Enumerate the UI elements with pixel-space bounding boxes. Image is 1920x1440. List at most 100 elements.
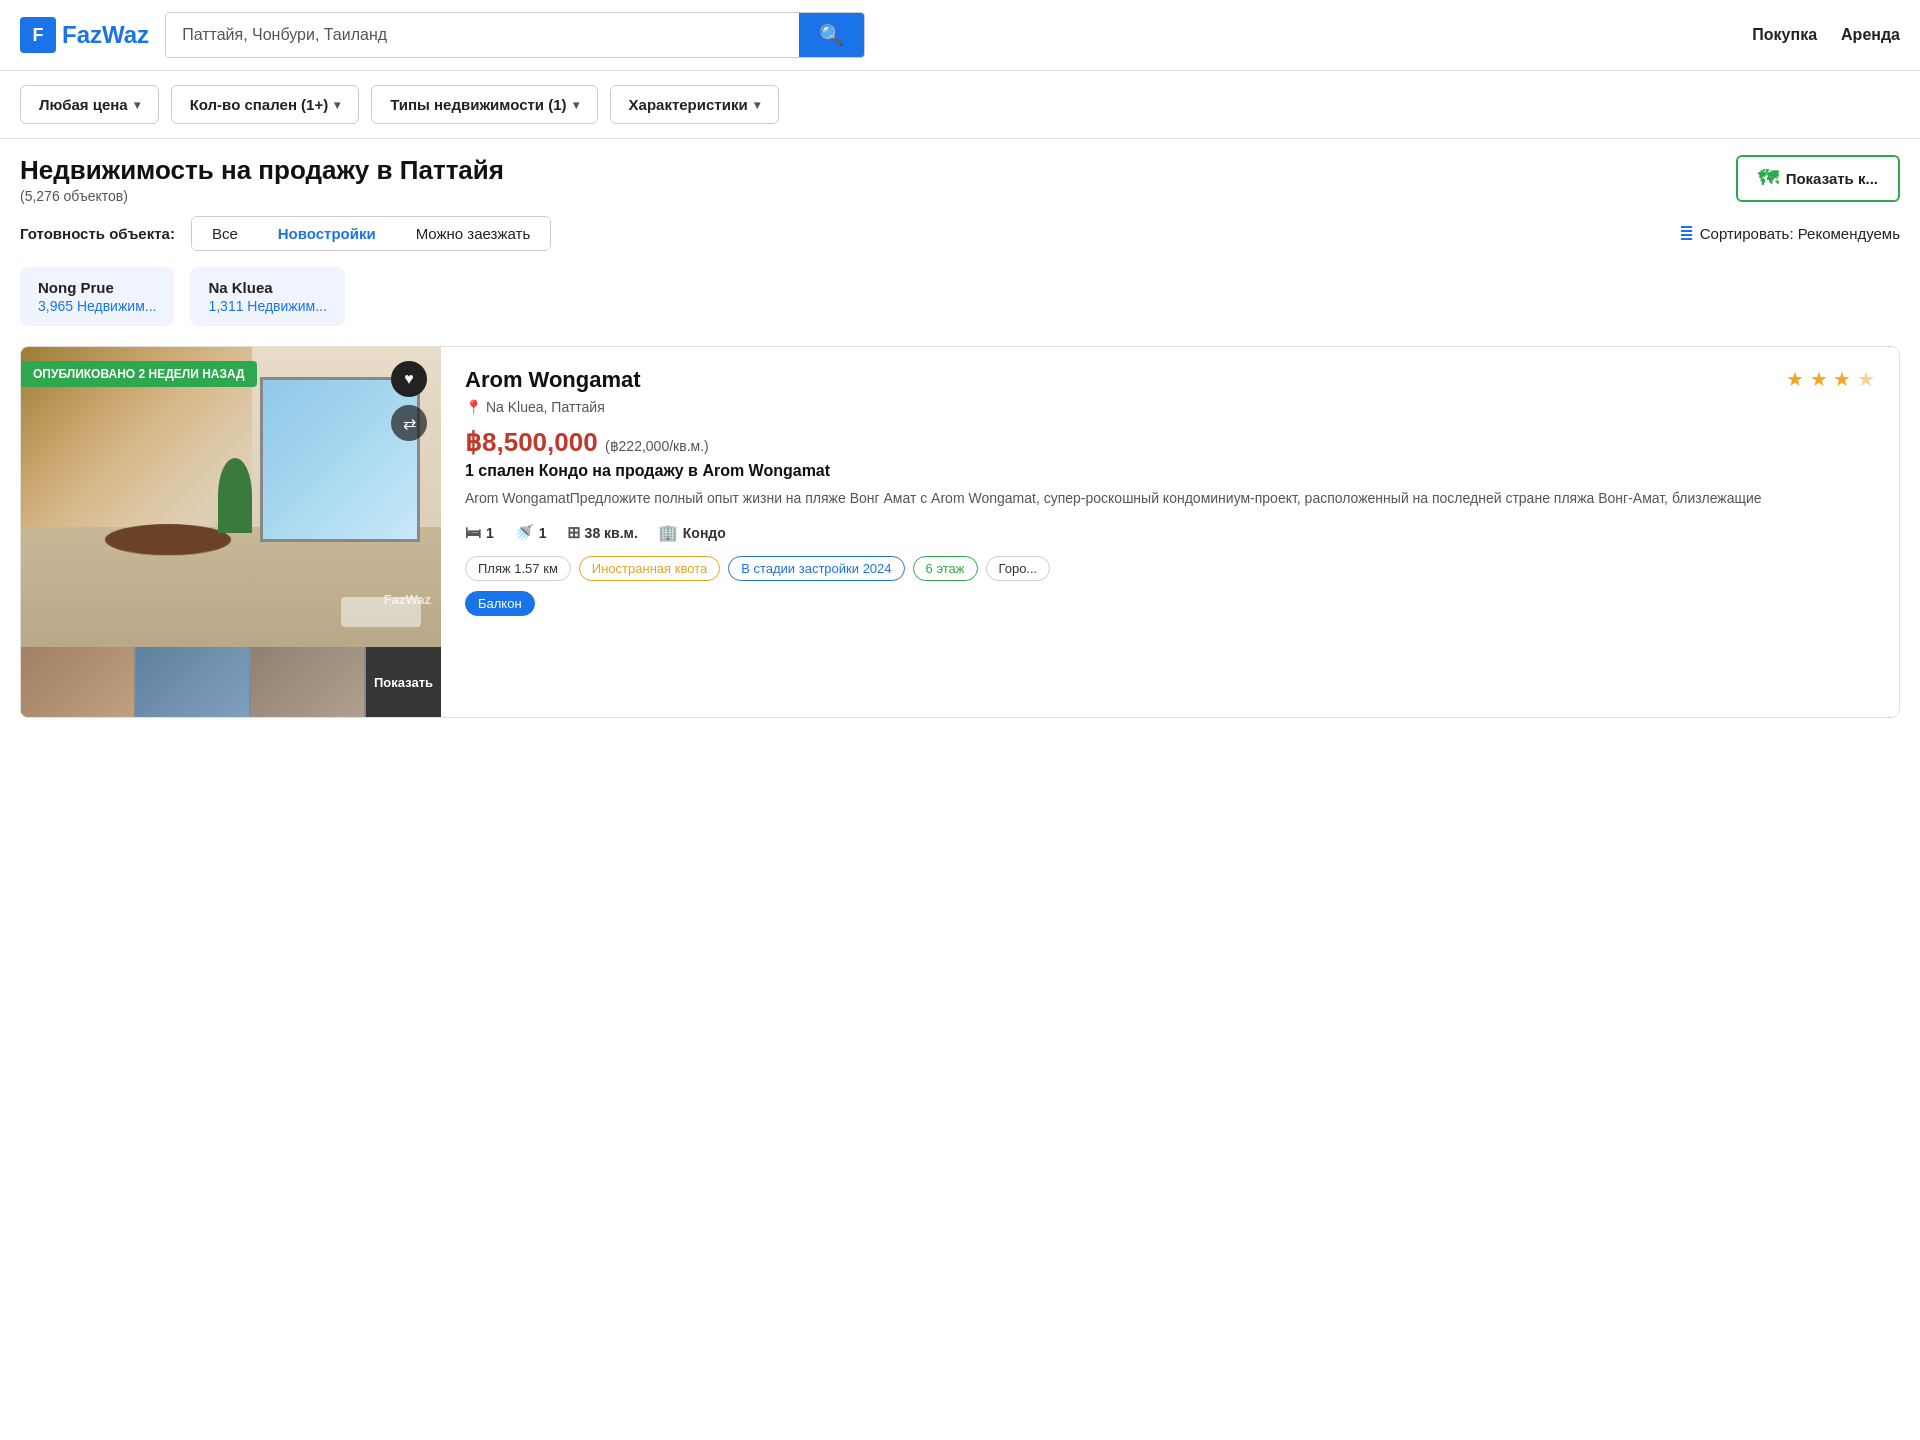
listing-price-per-sqm: (฿222,000/кв.м.) — [605, 438, 709, 454]
filters-bar: Любая цена ▾ Кол-во спален (1+) ▾ Типы н… — [0, 71, 1920, 139]
readiness-tabs: Все Новостройки Можно заезжать — [191, 216, 551, 251]
logo[interactable]: F FazWaz — [20, 17, 149, 53]
listing-main-image[interactable]: ОПУБЛИКОВАНО 2 НЕДЕЛИ НАЗАД ♥ ⇄ FazWaz — [21, 347, 441, 647]
listing-info: Arom Wongamat ★ ★ ★ ★ 📍 Na Kluea, Паттай… — [441, 347, 1899, 717]
published-badge: ОПУБЛИКОВАНО 2 НЕДЕЛИ НАЗАД — [21, 361, 257, 387]
search-bar: 🔍 — [165, 12, 865, 58]
tab-ready[interactable]: Можно заезжать — [396, 217, 551, 250]
show-more-label: Показать — [374, 675, 433, 690]
search-icon: 🔍 — [819, 23, 844, 47]
tag-city: Горо... — [986, 556, 1051, 581]
filter-price-label: Любая цена — [39, 96, 128, 113]
location-pin-icon: 📍 — [465, 399, 482, 415]
location-chip-count: 1,311 Недвижим... — [208, 298, 326, 314]
logo-text: FazWaz — [62, 21, 149, 49]
thumbnail-1[interactable] — [21, 647, 134, 717]
listing-extra-tags: Балкон — [465, 591, 1875, 616]
search-input[interactable] — [166, 13, 799, 57]
filter-price[interactable]: Любая цена ▾ — [20, 85, 159, 124]
location-chip-nong-prue[interactable]: Nong Prue 3,965 Недвижим... — [20, 267, 174, 326]
tag-foreign-quota: Иностранная квота — [579, 556, 720, 581]
page-title: Недвижимость на продажу в Паттайя — [20, 155, 504, 186]
show-more-images-button[interactable]: Показать — [366, 647, 441, 717]
listing-header: Arom Wongamat ★ ★ ★ ★ — [465, 367, 1875, 393]
fazwaz-watermark: FazWaz — [384, 592, 431, 607]
area-icon: ⊞ — [567, 523, 580, 542]
star-filled-3: ★ — [1833, 368, 1851, 390]
listing-location: 📍 Na Kluea, Паттайя — [465, 399, 1875, 415]
listing-price: ฿8,500,000 (฿222,000/кв.м.) — [465, 427, 1875, 458]
search-button[interactable]: 🔍 — [799, 13, 864, 57]
building-icon: 🏢 — [658, 523, 678, 542]
sort-icon: ≣ — [1679, 223, 1694, 245]
listing-price-value: ฿8,500,000 — [465, 427, 598, 457]
page-title-section: Недвижимость на продажу в Паттайя (5,276… — [20, 155, 504, 204]
tag-floor: 6 этаж — [913, 556, 978, 581]
map-button[interactable]: 🗺 Показать к... — [1736, 155, 1900, 202]
listing-location-text: Na Kluea, Паттайя — [486, 399, 605, 415]
listing-thumbnails: Показать — [21, 647, 441, 717]
listing-stars: ★ ★ ★ ★ — [1786, 367, 1875, 391]
chevron-down-icon: ▾ — [754, 98, 760, 112]
star-half: ★ — [1857, 368, 1875, 390]
listing-card: ОПУБЛИКОВАНО 2 НЕДЕЛИ НАЗАД ♥ ⇄ FazWaz П… — [20, 346, 1900, 718]
logo-icon: F — [20, 17, 56, 53]
main-content: Недвижимость на продажу в Паттайя (5,276… — [0, 139, 1920, 750]
filter-type[interactable]: Типы недвижимости (1) ▾ — [371, 85, 597, 124]
spec-bedrooms: 🛏 1 — [465, 524, 494, 542]
spec-bathrooms: 🚿 1 — [514, 523, 547, 542]
thumbnail-3[interactable] — [251, 647, 364, 717]
favorite-button[interactable]: ♥ — [391, 361, 427, 397]
nav-rent[interactable]: Аренда — [1841, 26, 1900, 44]
tab-new-builds[interactable]: Новостройки — [258, 217, 396, 250]
bed-icon: 🛏 — [465, 524, 481, 542]
apt-floor — [21, 527, 441, 647]
apt-interior-visual — [21, 347, 441, 647]
bath-icon: 🚿 — [514, 523, 534, 542]
tag-balcony: Балкон — [465, 591, 535, 616]
location-chip-name: Nong Prue — [38, 279, 156, 296]
filter-bedrooms[interactable]: Кол-во спален (1+) ▾ — [171, 85, 360, 124]
spec-bedrooms-value: 1 — [486, 525, 494, 541]
readiness-label: Готовность объекта: — [20, 225, 175, 242]
location-chip-na-kluea[interactable]: Na Kluea 1,311 Недвижим... — [190, 267, 344, 326]
compare-button[interactable]: ⇄ — [391, 405, 427, 441]
sort-button[interactable]: ≣ Сортировать: Рекомендуемь — [1679, 223, 1900, 245]
nav-buy[interactable]: Покупка — [1752, 26, 1817, 44]
location-chip-count: 3,965 Недвижим... — [38, 298, 156, 314]
filter-type-label: Типы недвижимости (1) — [390, 96, 566, 113]
listing-specs: 🛏 1 🚿 1 ⊞ 38 кв.м. 🏢 Кондо — [465, 523, 1875, 542]
spec-type-value: Кондо — [683, 525, 726, 541]
listing-subtitle: 1 спален Кондо на продажу в Arom Wongama… — [465, 462, 1875, 480]
location-chips: Nong Prue 3,965 Недвижим... Na Kluea 1,3… — [20, 267, 1900, 326]
thumbnail-2[interactable] — [136, 647, 249, 717]
tag-construction-year: В стадии застройки 2024 — [728, 556, 904, 581]
page-count: (5,276 объектов) — [20, 188, 504, 204]
chevron-down-icon: ▾ — [334, 98, 340, 112]
map-icon: 🗺 — [1758, 167, 1778, 190]
page-header: Недвижимость на продажу в Паттайя (5,276… — [20, 155, 1900, 204]
tag-beach: Пляж 1.57 км — [465, 556, 571, 581]
star-filled-1: ★ — [1786, 368, 1804, 390]
apt-plant — [218, 458, 252, 533]
chevron-down-icon: ▾ — [573, 98, 579, 112]
filter-features-label: Характеристики — [629, 96, 748, 113]
listing-tags: Пляж 1.57 км Иностранная квота В стадии … — [465, 556, 1875, 581]
tab-all[interactable]: Все — [192, 217, 258, 250]
listing-image-section: ОПУБЛИКОВАНО 2 НЕДЕЛИ НАЗАД ♥ ⇄ FazWaz П… — [21, 347, 441, 717]
location-chip-name: Na Kluea — [208, 279, 326, 296]
chevron-down-icon: ▾ — [134, 98, 140, 112]
listing-title[interactable]: Arom Wongamat — [465, 367, 641, 393]
star-filled-2: ★ — [1810, 368, 1828, 390]
spec-type: 🏢 Кондо — [658, 523, 726, 542]
filter-bedrooms-label: Кол-во спален (1+) — [190, 96, 329, 113]
readiness-row: Готовность объекта: Все Новостройки Можн… — [20, 216, 1900, 251]
listing-description: Arom WongamatПредложите полный опыт жизн… — [465, 488, 1875, 509]
header: F FazWaz 🔍 Покупка Аренда — [0, 0, 1920, 71]
listing-image-actions: ♥ ⇄ — [391, 361, 427, 441]
spec-bathrooms-value: 1 — [539, 525, 547, 541]
map-button-label: Показать к... — [1786, 170, 1878, 187]
spec-area-value: 38 кв.м. — [585, 525, 638, 541]
filter-features[interactable]: Характеристики ▾ — [610, 85, 779, 124]
nav: Покупка Аренда — [1752, 26, 1900, 44]
